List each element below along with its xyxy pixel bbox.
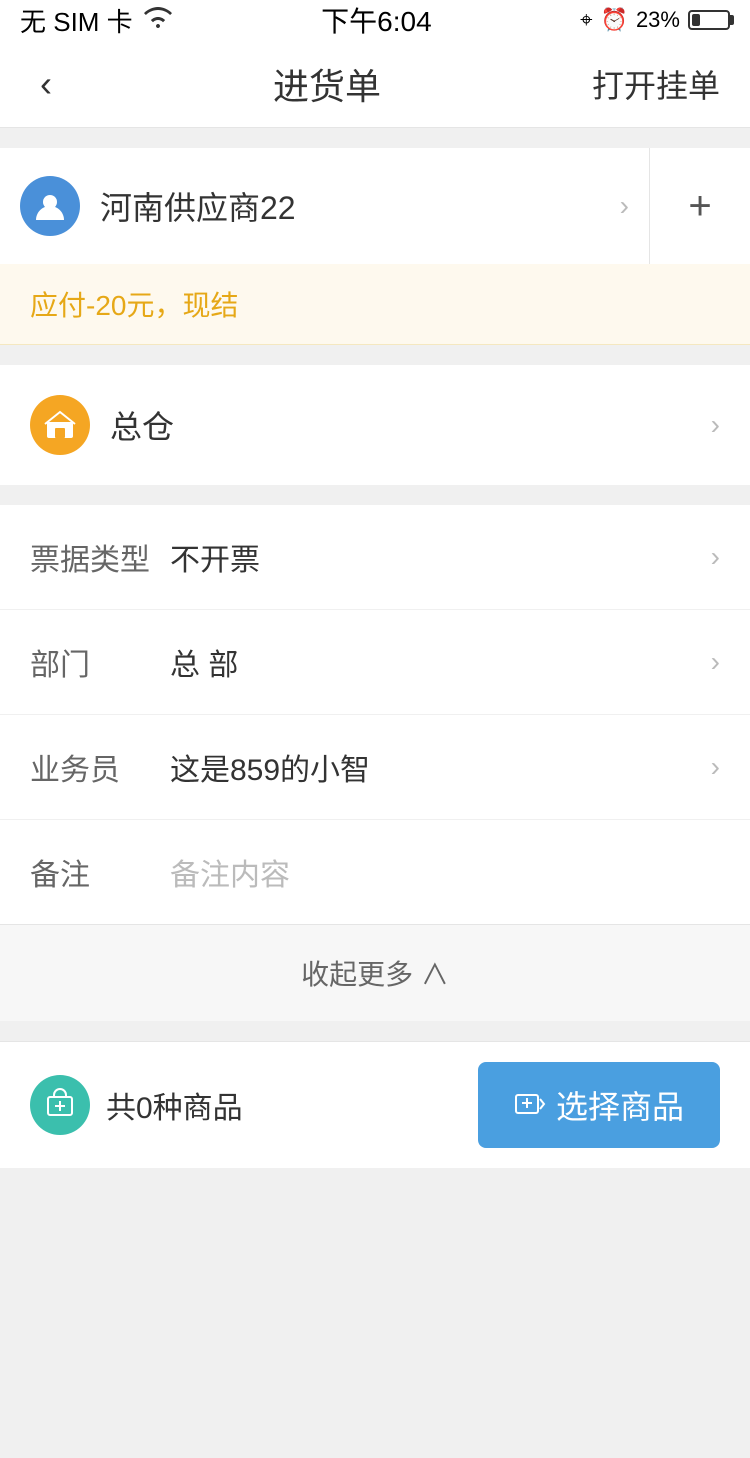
invoice-type-row[interactable]: 票据类型 不开票 › [0, 505, 750, 610]
notice-bar: 应付-20元，现结 [0, 264, 750, 345]
select-product-button[interactable]: 选择商品 [478, 1062, 720, 1148]
status-bar: 无 SIM 卡 下午6:04 ⌖ ⏰ 23% [0, 0, 750, 40]
bottom-bar: 共0种商品 选择商品 [0, 1041, 750, 1168]
page-title: 进货单 [273, 58, 381, 110]
salesperson-value: 这是859的小智 [170, 745, 701, 789]
invoice-type-chevron-icon: › [711, 541, 720, 573]
section-gap-1 [0, 128, 750, 148]
warehouse-section: 总仓 › [0, 365, 750, 485]
remark-row[interactable]: 备注 备注内容 [0, 820, 750, 924]
warehouse-chevron-icon: › [711, 409, 720, 441]
invoice-type-label: 票据类型 [30, 535, 170, 579]
open-pending-button[interactable]: 打开挂单 [592, 61, 720, 107]
department-value: 总 部 [170, 640, 701, 684]
department-chevron-icon: › [711, 646, 720, 678]
department-row[interactable]: 部门 总 部 › [0, 610, 750, 715]
time-label: 下午6:04 [321, 0, 432, 40]
collapse-button[interactable]: 收起更多 ∧ [0, 924, 750, 1021]
supplier-section: 河南供应商22 › + [0, 148, 750, 264]
supplier-chevron-icon: › [620, 190, 629, 222]
warehouse-icon-circle [30, 395, 90, 455]
wifi-icon [143, 6, 173, 35]
remark-label: 备注 [30, 850, 170, 894]
location-icon: ⌖ [580, 7, 592, 33]
carrier-label: 无 SIM 卡 [20, 2, 133, 39]
salesperson-chevron-icon: › [711, 751, 720, 783]
department-label: 部门 [30, 640, 170, 684]
status-right: ⌖ ⏰ 23% [580, 7, 730, 33]
product-count-text: 共0种商品 [106, 1083, 243, 1127]
salesperson-row[interactable]: 业务员 这是859的小智 › [0, 715, 750, 820]
notice-text: 应付-20元，现结 [30, 290, 238, 321]
section-gap-3 [0, 485, 750, 505]
salesperson-label: 业务员 [30, 745, 170, 789]
battery-percent: 23% [636, 7, 680, 33]
back-button[interactable]: ‹ [30, 53, 62, 115]
battery-icon [688, 10, 730, 30]
alarm-icon: ⏰ [601, 7, 628, 33]
add-supplier-button[interactable]: + [650, 184, 750, 229]
section-gap-2 [0, 345, 750, 365]
warehouse-row[interactable]: 总仓 › [0, 365, 750, 485]
add-icon: + [688, 184, 711, 229]
select-product-icon [514, 1089, 546, 1121]
product-icon-circle [30, 1075, 90, 1135]
product-count-area: 共0种商品 [30, 1075, 243, 1135]
invoice-type-value: 不开票 [170, 535, 701, 579]
collapse-label: 收起更多 ∧ [301, 959, 449, 990]
supplier-selector[interactable]: 河南供应商22 › [0, 148, 650, 264]
select-product-label: 选择商品 [556, 1082, 684, 1128]
supplier-name: 河南供应商22 [100, 183, 610, 229]
status-left: 无 SIM 卡 [20, 2, 173, 39]
supplier-avatar [20, 176, 80, 236]
warehouse-name: 总仓 [110, 402, 701, 448]
rest-area [0, 1168, 750, 1458]
nav-bar: ‹ 进货单 打开挂单 [0, 40, 750, 128]
remark-input[interactable]: 备注内容 [170, 850, 720, 894]
form-section: 票据类型 不开票 › 部门 总 部 › 业务员 这是859的小智 › 备注 备注… [0, 505, 750, 924]
section-gap-4 [0, 1021, 750, 1041]
